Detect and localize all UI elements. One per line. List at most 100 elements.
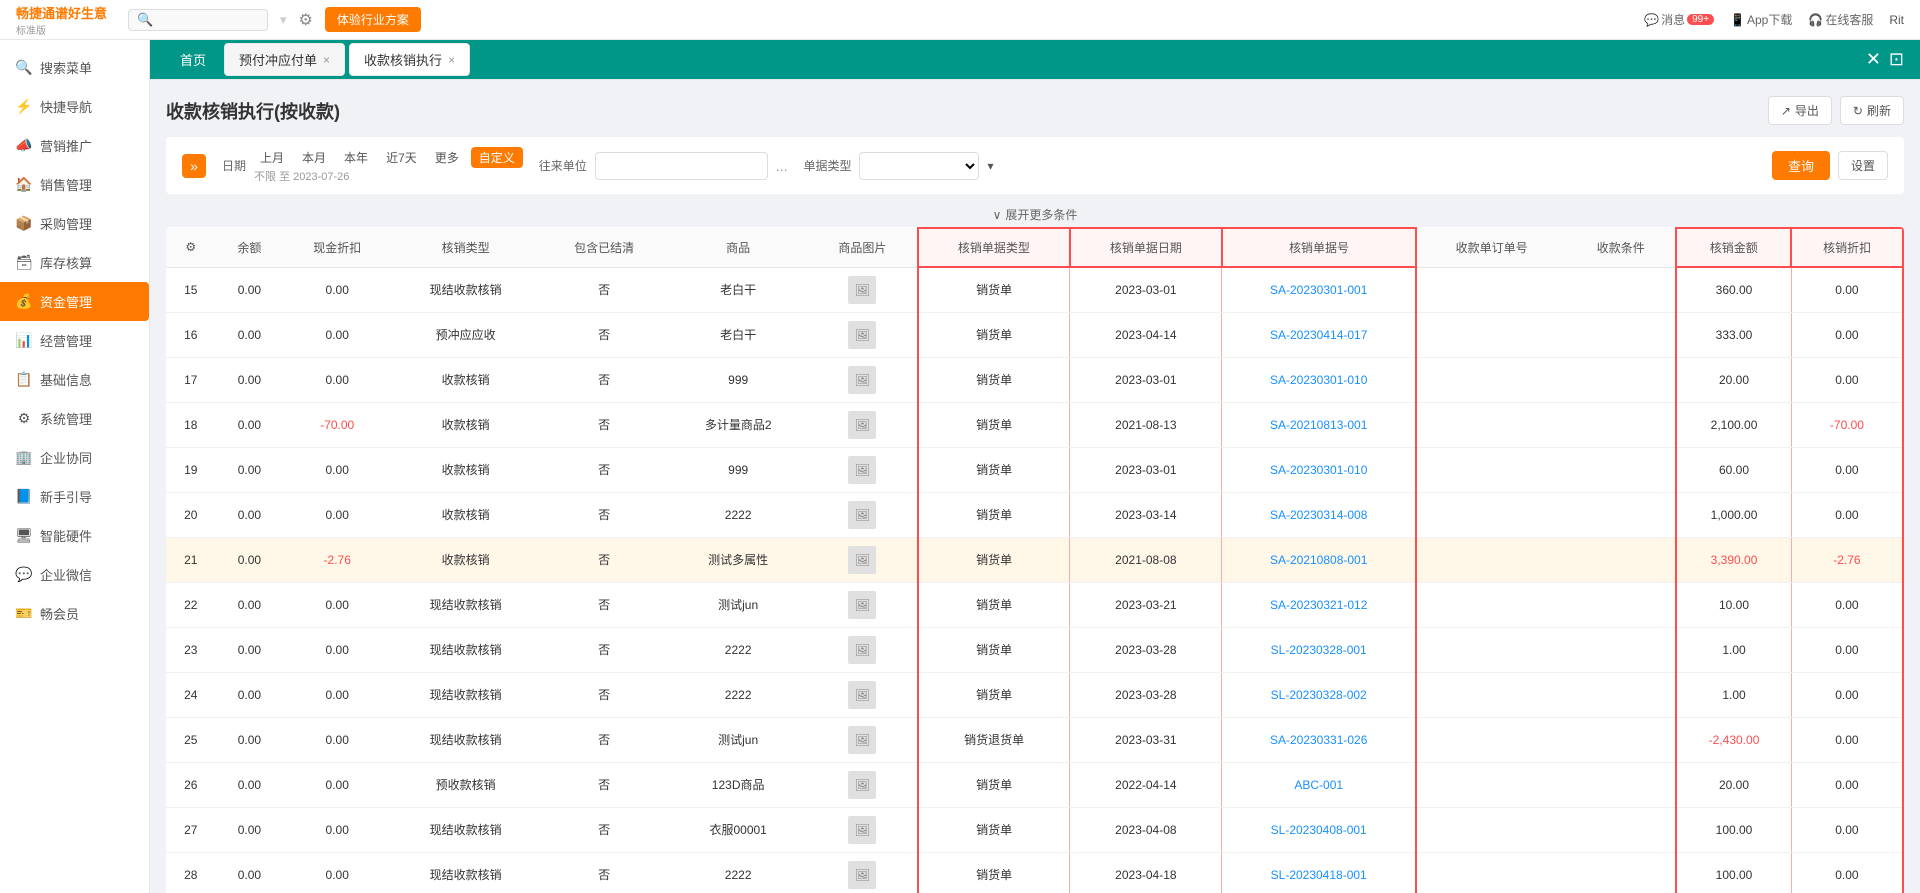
app-download-item[interactable]: 📱 App下载: [1730, 11, 1792, 28]
doc-type-select[interactable]: [859, 152, 979, 180]
last-month-btn[interactable]: 上月: [254, 147, 290, 168]
cell-balance: 0.00: [216, 672, 284, 717]
cell-goods-img: 🖼: [808, 762, 918, 807]
user-name[interactable]: Rit: [1889, 13, 1904, 27]
more-date-btn[interactable]: 更多: [429, 147, 465, 168]
setting-button[interactable]: 设置: [1838, 151, 1888, 180]
sidebar-item-wechat[interactable]: 💬 企业微信: [0, 555, 149, 594]
cell-verify-amount: 1.00: [1676, 627, 1791, 672]
cell-verify-doc-type: 销货单: [918, 357, 1070, 402]
cell-receipt-condition: [1566, 357, 1676, 402]
clipboard-icon: 📋: [16, 372, 32, 388]
cell-cash-discount: 0.00: [283, 672, 391, 717]
this-month-btn[interactable]: 本月: [296, 147, 332, 168]
sidebar-item-smart-hw[interactable]: 🖥 智能硬件: [0, 516, 149, 555]
cell-verify-doc-no[interactable]: SA-20230301-010: [1222, 447, 1416, 492]
sidebar-item-finance[interactable]: 💰 资金管理: [0, 282, 149, 321]
row-num: 26: [166, 762, 216, 807]
sidebar-item-newbie[interactable]: 📘 新手引导: [0, 477, 149, 516]
sidebar-item-quick-nav[interactable]: ⚡ 快捷导航: [0, 87, 149, 126]
cell-verify-doc-no[interactable]: SA-20230414-017: [1222, 312, 1416, 357]
cell-verify-doc-no[interactable]: SL-20230328-001: [1222, 627, 1416, 672]
tab-verify[interactable]: 收款核销执行 ×: [349, 43, 470, 76]
cell-verify-doc-no[interactable]: SL-20230328-002: [1222, 672, 1416, 717]
sidebar-item-basic-info[interactable]: 📋 基础信息: [0, 360, 149, 399]
industry-btn[interactable]: 体验行业方案: [325, 7, 421, 32]
expand-more-btn[interactable]: ∨ 展开更多条件: [166, 202, 1904, 227]
cell-verify-doc-date: 2023-03-01: [1070, 267, 1222, 312]
cell-cash-discount: 0.00: [283, 492, 391, 537]
cell-receipt-order-no: [1416, 762, 1566, 807]
cell-verify-doc-type: 销货单: [918, 537, 1070, 582]
cell-goods: 测试jun: [668, 582, 808, 627]
cell-verify-doc-no[interactable]: SL-20230418-001: [1222, 852, 1416, 893]
chevron-down-icon: ∨: [993, 208, 1002, 222]
counterparty-dots[interactable]: ...: [776, 158, 788, 174]
cell-verify-doc-no[interactable]: SA-20230321-012: [1222, 582, 1416, 627]
gear-icon[interactable]: ⚙: [299, 10, 313, 30]
msg-item[interactable]: 💬 消息 99+: [1644, 11, 1714, 28]
window-maximize-icon[interactable]: ⊡: [1889, 49, 1904, 70]
cell-verify-doc-no[interactable]: SA-20230301-010: [1222, 357, 1416, 402]
cell-verify-doc-no[interactable]: SA-20230301-001: [1222, 267, 1416, 312]
cell-receipt-condition: [1566, 402, 1676, 447]
cell-verify-doc-date: 2023-03-01: [1070, 447, 1222, 492]
col-goods: 商品: [668, 228, 808, 267]
cell-verify-type: 现结收款核销: [391, 852, 540, 893]
sidebar-item-operations[interactable]: 📊 经营管理: [0, 321, 149, 360]
sidebar-item-member[interactable]: 🎫 畅会员: [0, 594, 149, 633]
table-row: 250.000.00现结收款核销否测试jun🖼销货退货单2023-03-31SA…: [166, 717, 1903, 762]
doc-type-filter: 单据类型 ▾: [803, 152, 993, 180]
cell-verify-doc-no[interactable]: SA-20210813-001: [1222, 402, 1416, 447]
sidebar-item-enterprise[interactable]: 🏢 企业协同: [0, 438, 149, 477]
cell-verify-doc-date: 2021-08-13: [1070, 402, 1222, 447]
export-button[interactable]: ↗ 导出: [1768, 96, 1832, 125]
top-search[interactable]: 🔍: [128, 9, 268, 31]
sidebar-item-sales[interactable]: 🏠 销售管理: [0, 165, 149, 204]
home-icon: 🏠: [16, 177, 32, 193]
cell-verify-doc-no[interactable]: ABC-001: [1222, 762, 1416, 807]
tab-close-prepay[interactable]: ×: [323, 53, 330, 67]
cell-goods: 2222: [668, 672, 808, 717]
cell-verify-doc-no[interactable]: SA-20230314-008: [1222, 492, 1416, 537]
query-button[interactable]: 查询: [1772, 151, 1830, 180]
last-7days-btn[interactable]: 近7天: [380, 147, 423, 168]
cell-cash-discount: 0.00: [283, 267, 391, 312]
cell-verify-doc-no[interactable]: SA-20210808-001: [1222, 537, 1416, 582]
refresh-icon: ↻: [1853, 104, 1863, 118]
custom-date-btn[interactable]: 自定义: [471, 147, 523, 168]
counterparty-input[interactable]: [595, 152, 768, 180]
cell-verify-doc-no[interactable]: SA-20230331-026: [1222, 717, 1416, 762]
cell-balance: 0.00: [216, 852, 284, 893]
this-year-btn[interactable]: 本年: [338, 147, 374, 168]
sidebar-item-system[interactable]: ⚙ 系统管理: [0, 399, 149, 438]
sidebar-item-marketing[interactable]: 📣 营销推广: [0, 126, 149, 165]
date-range: 不限 至 2023-07-26: [254, 168, 523, 184]
cell-verify-doc-type: 销货单: [918, 852, 1070, 893]
window-close-icon[interactable]: ✕: [1866, 49, 1881, 70]
cell-receipt-condition: [1566, 267, 1676, 312]
table-row: 280.000.00现结收款核销否2222🖼销货单2023-04-18SL-20…: [166, 852, 1903, 893]
cell-verify-type: 现结收款核销: [391, 267, 540, 312]
filter-toggle-btn[interactable]: »: [182, 154, 206, 178]
cell-verify-doc-date: 2023-03-28: [1070, 627, 1222, 672]
tab-home[interactable]: 首页: [166, 44, 220, 75]
cell-balance: 0.00: [216, 312, 284, 357]
cell-verify-discount: 0.00: [1791, 492, 1903, 537]
cell-verify-doc-no[interactable]: SL-20230408-001: [1222, 807, 1416, 852]
tab-prepay[interactable]: 预付冲应付单 ×: [224, 43, 345, 76]
refresh-button[interactable]: ↻ 刷新: [1840, 96, 1904, 125]
tab-close-verify[interactable]: ×: [448, 53, 455, 67]
cell-cash-discount: 0.00: [283, 312, 391, 357]
sidebar-item-inventory[interactable]: 🗃 库存核算: [0, 243, 149, 282]
megaphone-icon: 📣: [16, 138, 32, 154]
cell-goods: 测试多属性: [668, 537, 808, 582]
cell-verify-doc-date: 2023-03-31: [1070, 717, 1222, 762]
book-icon: 📘: [16, 489, 32, 505]
date-filter: 日期 上月 本月 本年 近7天 更多 自定义 不限 至 2023-07-26: [222, 147, 523, 184]
col-settings[interactable]: ⚙: [166, 228, 216, 267]
sidebar-item-purchase[interactable]: 📦 采购管理: [0, 204, 149, 243]
sidebar-item-search[interactable]: 🔍 搜索菜单: [0, 48, 149, 87]
table-row: 240.000.00现结收款核销否2222🖼销货单2023-03-28SL-20…: [166, 672, 1903, 717]
online-service-item[interactable]: 🎧 在线客服: [1808, 11, 1873, 28]
